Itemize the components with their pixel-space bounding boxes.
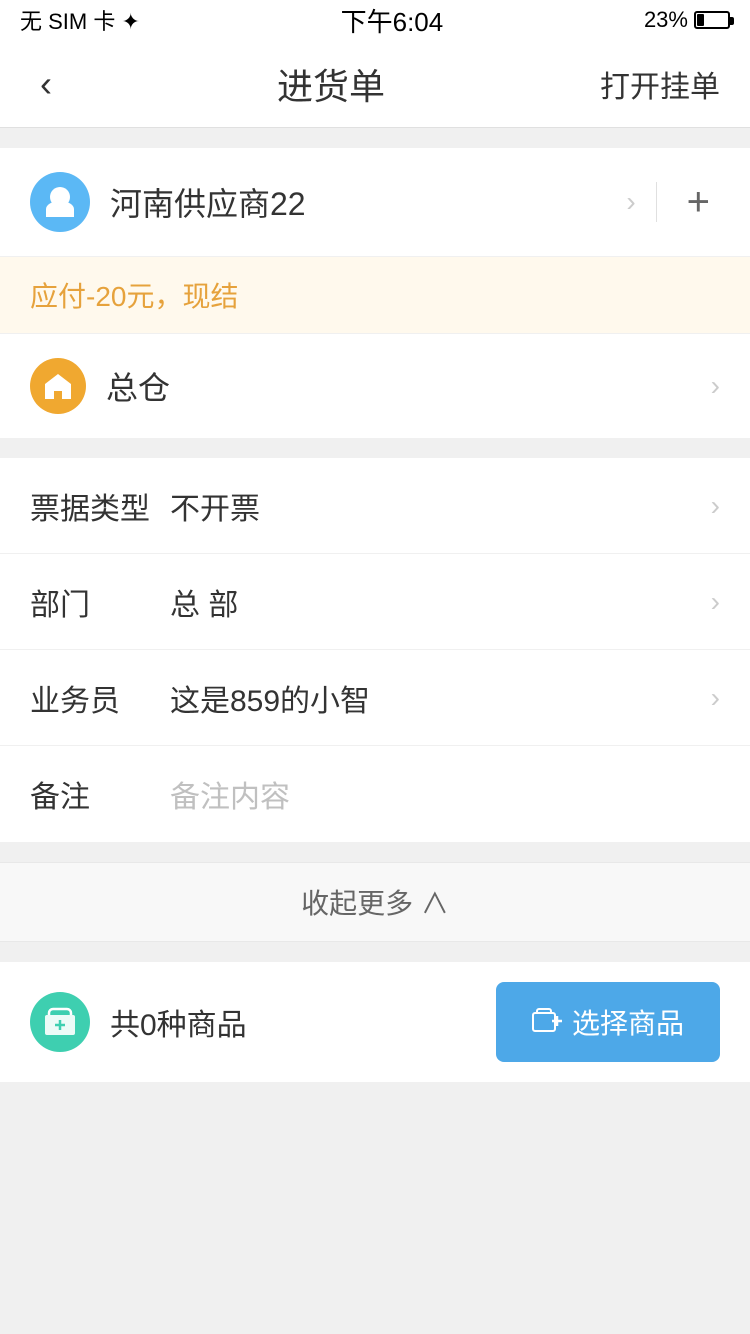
status-time: 下午6:04 bbox=[341, 2, 444, 39]
section-gap-1 bbox=[0, 128, 750, 148]
invoice-type-row[interactable]: 票据类型 不开票 › bbox=[0, 458, 750, 554]
supplier-row[interactable]: 河南供应商22 › + bbox=[0, 148, 750, 257]
salesman-chevron-icon: › bbox=[711, 682, 720, 714]
avatar-person-icon bbox=[45, 187, 75, 217]
invoice-type-value: 不开票 bbox=[170, 484, 711, 528]
info-banner-text: 应付-20元，现结 bbox=[30, 281, 238, 312]
supplier-name: 河南供应商22 bbox=[110, 179, 626, 225]
remark-label: 备注 bbox=[30, 772, 170, 816]
select-product-label: 选择商品 bbox=[572, 1002, 684, 1042]
nav-bar: ‹ 进货单 打开挂单 bbox=[0, 40, 750, 128]
supplier-chevron-icon: › bbox=[626, 186, 635, 218]
open-pending-button[interactable]: 打开挂单 bbox=[600, 62, 720, 106]
warehouse-icon bbox=[30, 358, 86, 414]
battery-icon bbox=[694, 11, 730, 29]
invoice-type-label: 票据类型 bbox=[30, 484, 170, 528]
warehouse-chevron-icon: › bbox=[711, 370, 720, 402]
supplier-section: 河南供应商22 › + 应付-20元，现结 总仓 › bbox=[0, 148, 750, 438]
signal-text: 无 SIM 卡 ✦ bbox=[20, 4, 140, 36]
product-icon bbox=[30, 992, 90, 1052]
product-count: 共0种商品 bbox=[110, 1000, 496, 1044]
supplier-divider bbox=[656, 182, 657, 222]
remark-row[interactable]: 备注 备注内容 bbox=[0, 746, 750, 842]
info-banner: 应付-20元，现结 bbox=[0, 257, 750, 333]
status-left: 无 SIM 卡 ✦ bbox=[20, 4, 140, 36]
status-right: 23% bbox=[644, 7, 730, 33]
warehouse-name: 总仓 bbox=[106, 363, 711, 409]
form-section: 票据类型 不开票 › 部门 总 部 › 业务员 这是859的小智 › 备注 备注… bbox=[0, 458, 750, 842]
collapse-text: 收起更多 ∧ bbox=[301, 882, 449, 922]
warehouse-row[interactable]: 总仓 › bbox=[0, 333, 750, 438]
add-supplier-button[interactable]: + bbox=[677, 180, 720, 225]
back-button[interactable]: ‹ bbox=[30, 53, 62, 115]
department-row[interactable]: 部门 总 部 › bbox=[0, 554, 750, 650]
invoice-type-chevron-icon: › bbox=[711, 490, 720, 522]
department-chevron-icon: › bbox=[711, 586, 720, 618]
collapse-row[interactable]: 收起更多 ∧ bbox=[0, 862, 750, 942]
status-bar: 无 SIM 卡 ✦ 下午6:04 23% bbox=[0, 0, 750, 40]
remark-input[interactable]: 备注内容 bbox=[170, 772, 720, 816]
select-product-button[interactable]: 选择商品 bbox=[496, 982, 720, 1062]
nav-title: 进货单 bbox=[277, 58, 385, 110]
salesman-value: 这是859的小智 bbox=[170, 676, 711, 720]
battery-text: 23% bbox=[644, 7, 688, 33]
salesman-row[interactable]: 业务员 这是859的小智 › bbox=[0, 650, 750, 746]
department-label: 部门 bbox=[30, 580, 170, 624]
salesman-label: 业务员 bbox=[30, 676, 170, 720]
supplier-avatar bbox=[30, 172, 90, 232]
product-bar: 共0种商品 选择商品 bbox=[0, 962, 750, 1082]
department-value: 总 部 bbox=[170, 580, 711, 624]
